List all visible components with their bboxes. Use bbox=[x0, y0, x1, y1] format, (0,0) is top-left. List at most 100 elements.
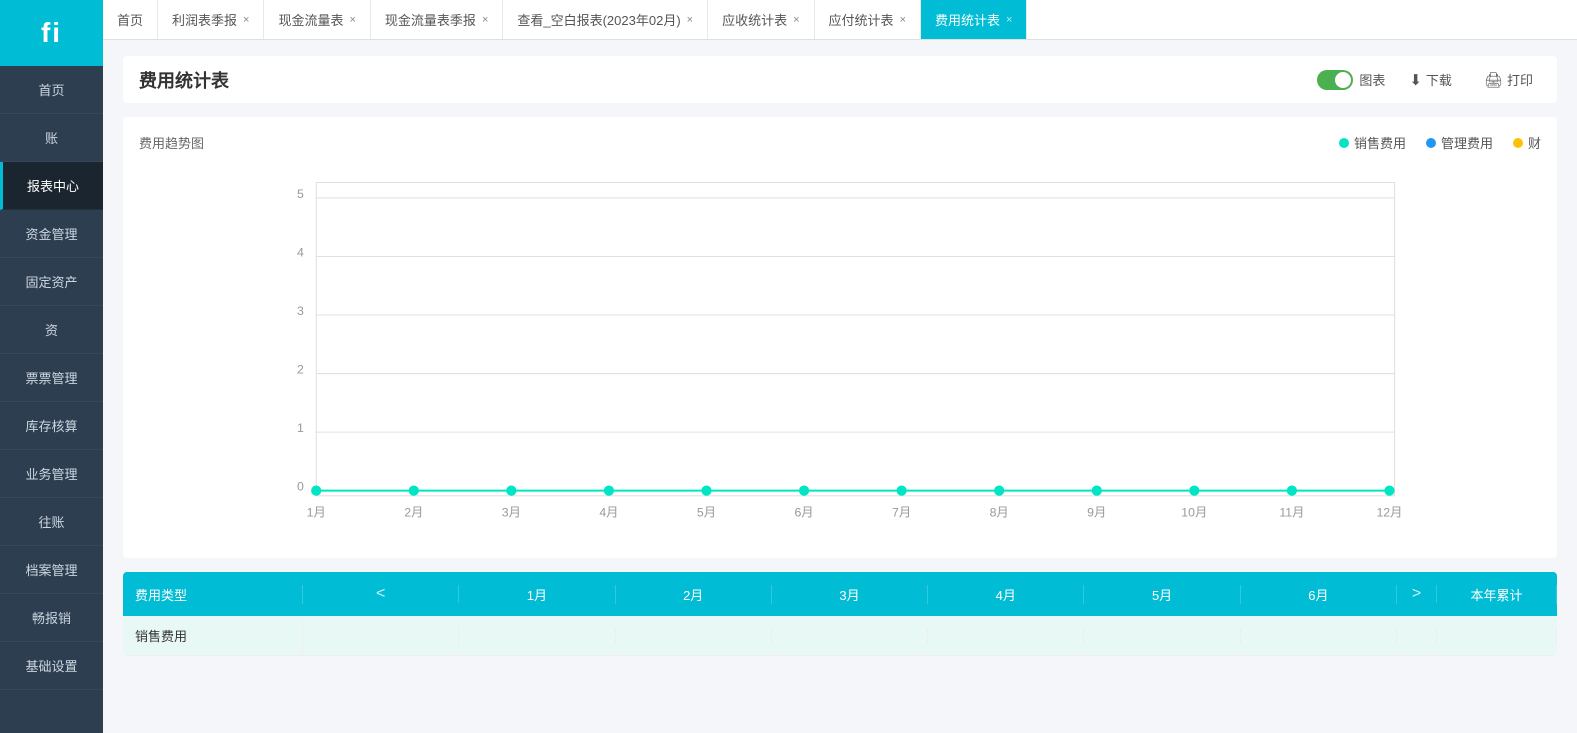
sidebar: fi 首页 账 报表中心 资金管理 固定资产 资 票票管理 库存核算 业务管理 … bbox=[0, 0, 103, 733]
close-tab-expense-stats[interactable]: × bbox=[1006, 14, 1012, 26]
legend-label-admin: 管理费用 bbox=[1441, 133, 1493, 152]
svg-text:12月: 12月 bbox=[1376, 505, 1402, 519]
sidebar-item-receivable[interactable]: 往账 bbox=[0, 498, 103, 546]
td-m3 bbox=[772, 628, 928, 644]
legend-finance-expense: 财 bbox=[1513, 133, 1541, 152]
sidebar-item-business[interactable]: 业务管理 bbox=[0, 450, 103, 498]
svg-text:11月: 11月 bbox=[1279, 505, 1304, 519]
svg-text:5: 5 bbox=[297, 187, 304, 201]
svg-text:3月: 3月 bbox=[502, 505, 521, 519]
download-button[interactable]: ⬇ 下载 bbox=[1401, 66, 1460, 93]
td-m6 bbox=[1241, 628, 1397, 644]
svg-text:6月: 6月 bbox=[794, 505, 813, 519]
th-total: 本年累计 bbox=[1437, 585, 1557, 604]
svg-text:5月: 5月 bbox=[697, 505, 716, 519]
svg-text:1月: 1月 bbox=[307, 505, 326, 519]
tab-expense-stats[interactable]: 费用统计表 × bbox=[921, 0, 1027, 39]
td-nav-empty bbox=[1397, 628, 1437, 644]
td-total bbox=[1437, 628, 1557, 644]
chart-section: 费用趋势图 销售费用 管理费用 财 bbox=[123, 117, 1557, 558]
download-icon: ⬇ bbox=[1409, 71, 1422, 89]
next-month-arrow[interactable]: > bbox=[1412, 585, 1421, 602]
th-nav-next[interactable]: > bbox=[1397, 585, 1437, 603]
close-tab-blank-report[interactable]: × bbox=[687, 14, 693, 26]
legend-label-finance: 财 bbox=[1528, 133, 1541, 152]
chart-toggle-label: 图表 bbox=[1359, 70, 1385, 89]
print-icon: 🖨 bbox=[1484, 71, 1503, 89]
td-m2 bbox=[616, 628, 772, 644]
header-actions: 图表 ⬇ 下载 🖨 打印 bbox=[1317, 66, 1541, 93]
sidebar-item-fixed-assets[interactable]: 固定资产 bbox=[0, 258, 103, 306]
close-tab-receivable-stats[interactable]: × bbox=[793, 14, 799, 26]
close-tab-cashflow[interactable]: × bbox=[349, 14, 355, 26]
chart-toggle-wrap[interactable]: 图表 bbox=[1317, 70, 1385, 90]
th-month-5: 5月 bbox=[1084, 585, 1240, 604]
svg-text:9月: 9月 bbox=[1087, 505, 1106, 519]
table-header: 费用类型 < 1月 2月 3月 4月 5月 6月 > 本年累计 bbox=[123, 572, 1557, 616]
legend-sales-expense: 销售费用 bbox=[1339, 133, 1406, 152]
svg-text:3: 3 bbox=[297, 304, 304, 318]
svg-text:7月: 7月 bbox=[892, 505, 911, 519]
content-area: 费用统计表 图表 ⬇ 下载 🖨 打印 费用趋势图 bbox=[103, 40, 1577, 733]
sidebar-item-assets[interactable]: 资 bbox=[0, 306, 103, 354]
svg-text:10月: 10月 bbox=[1181, 505, 1207, 519]
tab-receivable-stats[interactable]: 应收统计表 × bbox=[708, 0, 814, 39]
legend-dot-sales bbox=[1339, 138, 1349, 148]
sidebar-item-expense[interactable]: 畅报销 bbox=[0, 594, 103, 642]
sidebar-item-invoice[interactable]: 票票管理 bbox=[0, 354, 103, 402]
tab-blank-report[interactable]: 查看_空白报表(2023年02月) × bbox=[503, 0, 708, 39]
prev-month-arrow[interactable]: < bbox=[376, 585, 385, 602]
svg-text:0: 0 bbox=[297, 480, 304, 494]
sidebar-item-inventory[interactable]: 库存核算 bbox=[0, 402, 103, 450]
td-type: 销售费用 bbox=[123, 618, 303, 653]
svg-text:2月: 2月 bbox=[404, 505, 423, 519]
chart-legend: 销售费用 管理费用 财 bbox=[1339, 133, 1541, 152]
chart-svg: 0 1 2 3 4 5 bbox=[139, 162, 1541, 542]
legend-dot-finance bbox=[1513, 138, 1523, 148]
page-title: 费用统计表 bbox=[139, 67, 229, 93]
tab-cashflow-quarterly[interactable]: 现金流量表季报 × bbox=[371, 0, 503, 39]
sidebar-item-fund-management[interactable]: 资金管理 bbox=[0, 210, 103, 258]
th-month-4: 4月 bbox=[928, 585, 1084, 604]
legend-admin-expense: 管理费用 bbox=[1426, 133, 1493, 152]
tab-home[interactable]: 首页 bbox=[103, 0, 158, 39]
td-m1 bbox=[459, 628, 615, 644]
tab-profit-quarterly[interactable]: 利润表季报 × bbox=[158, 0, 264, 39]
td-m5 bbox=[1084, 628, 1240, 644]
th-month-1: 1月 bbox=[459, 585, 615, 604]
sidebar-item-account[interactable]: 账 bbox=[0, 114, 103, 162]
close-tab-payable-stats[interactable]: × bbox=[900, 14, 906, 26]
sidebar-logo: fi bbox=[0, 0, 103, 66]
th-month-2: 2月 bbox=[616, 585, 772, 604]
sidebar-item-home[interactable]: 首页 bbox=[0, 66, 103, 114]
svg-text:4: 4 bbox=[297, 245, 304, 259]
legend-dot-admin bbox=[1426, 138, 1436, 148]
td-m4 bbox=[928, 628, 1084, 644]
legend-label-sales: 销售费用 bbox=[1354, 133, 1406, 152]
td-empty-nav bbox=[303, 628, 459, 644]
sidebar-item-basic-settings[interactable]: 基础设置 bbox=[0, 642, 103, 690]
svg-text:2: 2 bbox=[297, 363, 304, 377]
chart-title: 费用趋势图 bbox=[139, 133, 204, 152]
svg-text:4月: 4月 bbox=[599, 505, 618, 519]
table-row: 销售费用 bbox=[123, 616, 1557, 656]
table-section: 费用类型 < 1月 2月 3月 4月 5月 6月 > 本年累计 销售费用 bbox=[123, 572, 1557, 656]
svg-text:8月: 8月 bbox=[990, 505, 1009, 519]
chart-container: 0 1 2 3 4 5 bbox=[139, 162, 1541, 542]
tab-cashflow[interactable]: 现金流量表 × bbox=[264, 0, 370, 39]
sidebar-item-report-center[interactable]: 报表中心 bbox=[0, 162, 103, 210]
tab-payable-stats[interactable]: 应付统计表 × bbox=[815, 0, 921, 39]
print-button[interactable]: 🖨 打印 bbox=[1476, 66, 1541, 93]
chart-toggle[interactable] bbox=[1317, 70, 1353, 90]
close-tab-profit-quarterly[interactable]: × bbox=[243, 14, 249, 26]
close-tab-cashflow-quarterly[interactable]: × bbox=[482, 14, 488, 26]
th-nav-prev[interactable]: < bbox=[303, 585, 459, 603]
main-content: 首页 利润表季报 × 现金流量表 × 现金流量表季报 × 查看_空白报表(202… bbox=[103, 0, 1577, 733]
svg-text:1: 1 bbox=[297, 421, 304, 435]
th-month-6: 6月 bbox=[1241, 585, 1397, 604]
page-header: 费用统计表 图表 ⬇ 下载 🖨 打印 bbox=[123, 56, 1557, 103]
tab-bar: 首页 利润表季报 × 现金流量表 × 现金流量表季报 × 查看_空白报表(202… bbox=[103, 0, 1577, 40]
th-month-3: 3月 bbox=[772, 585, 928, 604]
th-expense-type: 费用类型 bbox=[123, 585, 303, 604]
sidebar-item-archive[interactable]: 档案管理 bbox=[0, 546, 103, 594]
